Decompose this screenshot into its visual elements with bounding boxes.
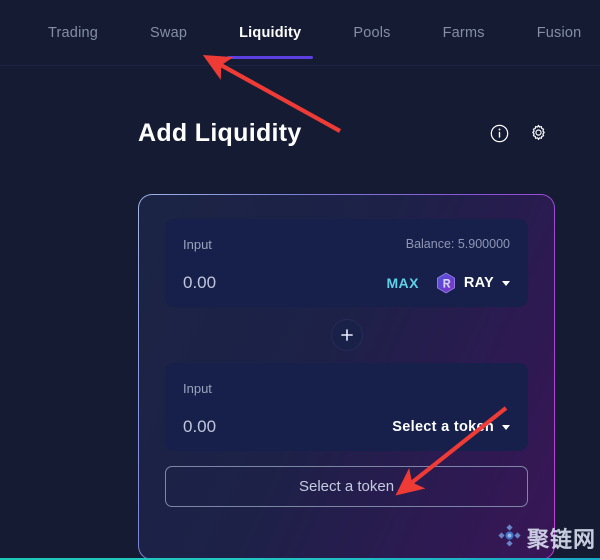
- token-symbol-b: Select a token: [392, 419, 494, 435]
- input-a-bottom-row: MAX: [183, 270, 510, 296]
- nav-item-swap[interactable]: Swap: [124, 0, 213, 66]
- add-token-plus-button[interactable]: [331, 320, 362, 350]
- watermark: 聚链网: [497, 522, 596, 554]
- diamond-logo-icon: [497, 523, 522, 553]
- gear-icon[interactable]: [529, 124, 548, 143]
- nav-item-label: Trading: [48, 25, 99, 41]
- header-actions: [490, 124, 548, 143]
- input-a-top-row: Input Balance: 5.900000: [183, 234, 510, 254]
- token-symbol-a: RAY: [463, 275, 494, 291]
- ray-hexagon-logo-icon: [435, 272, 457, 294]
- nav-list: Trading Swap Liquidity Pools Farms Fusio…: [0, 0, 600, 66]
- nav-item-label: Pools: [353, 25, 391, 41]
- nav-item-fusion[interactable]: Fusion: [511, 0, 600, 66]
- nav-item-label: Liquidity: [239, 25, 302, 41]
- amount-input-token-b[interactable]: [183, 417, 323, 437]
- input-b-bottom-row: Select a token: [183, 414, 510, 440]
- input-a-balance: Balance: 5.900000: [405, 237, 510, 251]
- input-a-controls: MAX RAY: [387, 272, 510, 294]
- input-a-label: Input: [183, 236, 212, 252]
- plus-divider-row: [165, 307, 528, 363]
- liquidity-page: Trading Swap Liquidity Pools Farms Fusio…: [0, 0, 600, 560]
- nav-item-label: Farms: [442, 25, 485, 41]
- select-token-submit-button[interactable]: Select a token: [165, 466, 528, 507]
- page-header: Add Liquidity: [138, 110, 548, 156]
- max-button[interactable]: MAX: [387, 275, 419, 291]
- token-select-b[interactable]: Select a token: [392, 419, 510, 435]
- input-b-top-row: Input: [183, 378, 510, 398]
- input-b-label: Input: [183, 380, 212, 396]
- add-liquidity-card-inner: Input Balance: 5.900000 MAX: [139, 195, 554, 559]
- active-tab-underline: [227, 56, 314, 59]
- input-box-token-a: Input Balance: 5.900000 MAX: [165, 219, 528, 307]
- token-select-a[interactable]: RAY: [435, 272, 510, 294]
- page-title: Add Liquidity: [138, 118, 302, 147]
- add-liquidity-card: Input Balance: 5.900000 MAX: [138, 194, 555, 560]
- nav-item-trading[interactable]: Trading: [22, 0, 124, 66]
- nav-item-label: Fusion: [536, 25, 582, 41]
- info-circle-icon[interactable]: [490, 124, 509, 143]
- watermark-text: 聚链网: [526, 528, 596, 553]
- input-b-controls: Select a token: [392, 419, 510, 435]
- chevron-down-icon: [502, 424, 510, 430]
- nav-item-pools[interactable]: Pools: [327, 0, 416, 66]
- navbar-divider: [0, 65, 600, 66]
- amount-input-token-a[interactable]: [183, 273, 323, 293]
- nav-item-label: Swap: [150, 25, 188, 41]
- nav-item-liquidity[interactable]: Liquidity: [213, 0, 327, 66]
- input-box-token-b: Input Select a token: [165, 363, 528, 451]
- chevron-down-icon: [502, 280, 510, 286]
- top-navbar: Trading Swap Liquidity Pools Farms Fusio…: [0, 0, 600, 66]
- nav-item-farms[interactable]: Farms: [417, 0, 511, 66]
- plus-icon: [340, 328, 354, 342]
